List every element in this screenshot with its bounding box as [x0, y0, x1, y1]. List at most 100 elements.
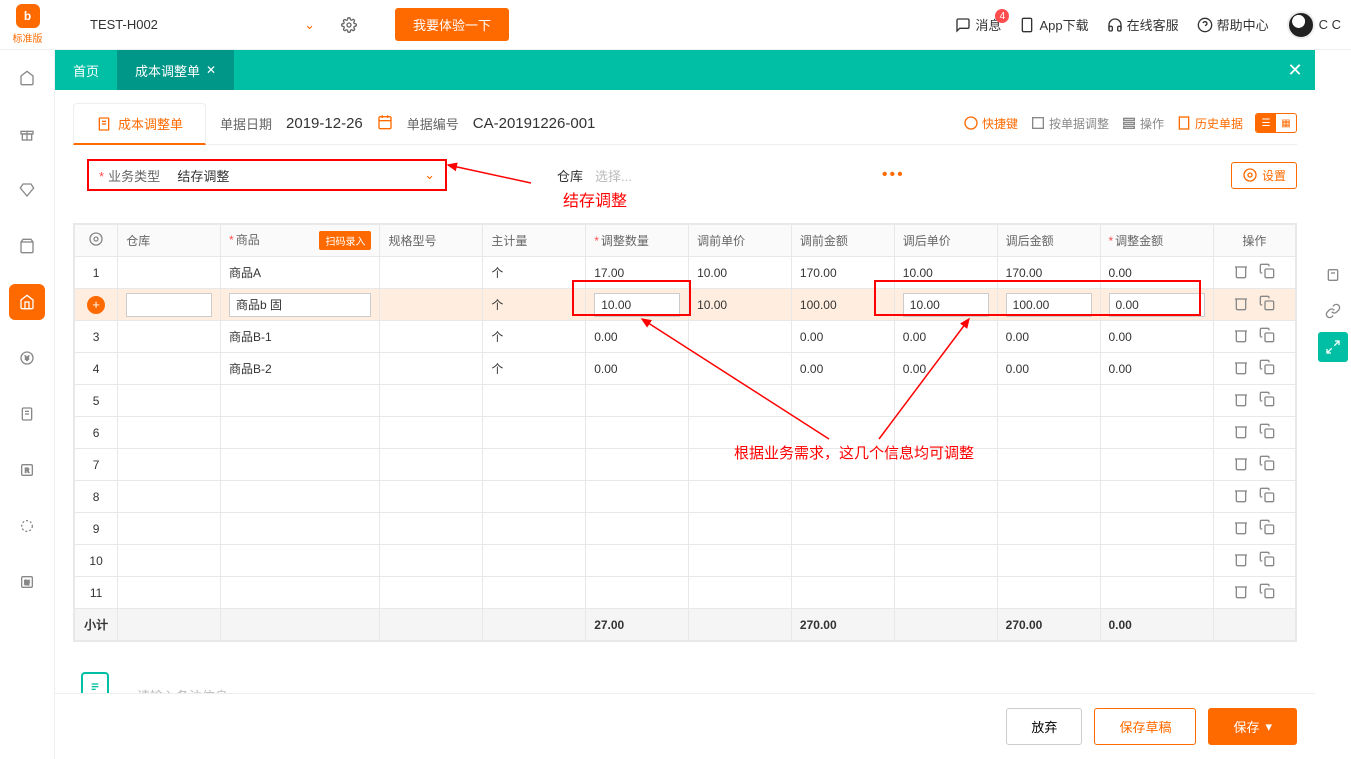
list-view-icon[interactable]: ☰ — [1256, 114, 1276, 132]
delete-row-icon[interactable] — [1233, 263, 1249, 282]
col-post-amount: 调后金额 — [997, 225, 1100, 257]
delete-row-icon[interactable] — [1233, 551, 1249, 570]
org-settings-button[interactable] — [333, 9, 365, 41]
delete-row-icon[interactable] — [1233, 295, 1249, 314]
org-selector[interactable]: TEST-H002 ⌄ — [80, 9, 325, 41]
warehouse-input[interactable] — [126, 293, 212, 317]
delete-row-icon[interactable] — [1233, 327, 1249, 346]
copy-row-icon[interactable] — [1259, 455, 1275, 474]
col-uom: 主计量 — [483, 225, 586, 257]
copy-row-icon[interactable] — [1259, 359, 1275, 378]
save-button[interactable]: 保存▾ — [1208, 708, 1297, 745]
post-price-input[interactable]: 10.00 — [903, 293, 989, 317]
nav-clipboard-icon[interactable] — [9, 396, 45, 432]
table-row[interactable]: 3商品B-1个0.000.000.000.000.00 — [75, 321, 1296, 353]
delete-row-icon[interactable] — [1233, 391, 1249, 410]
copy-row-icon[interactable] — [1259, 487, 1275, 506]
col-settings-icon[interactable] — [75, 225, 118, 257]
trial-button[interactable]: 我要体验一下 — [395, 8, 509, 41]
post-amount-input[interactable]: 100.00 — [1006, 293, 1092, 317]
app-download-link[interactable]: App下载 — [1019, 15, 1088, 34]
delete-row-icon[interactable] — [1233, 583, 1249, 602]
nav-bag-icon[interactable] — [9, 228, 45, 264]
view-toggle[interactable]: ☰ ▦ — [1255, 113, 1297, 133]
by-doc-adjust-link[interactable]: 按单据调整 — [1030, 115, 1109, 132]
message-icon — [955, 17, 971, 33]
chevron-down-icon: ⌄ — [304, 17, 315, 33]
copy-row-icon[interactable] — [1259, 391, 1275, 410]
table-row[interactable]: 8 — [75, 481, 1296, 513]
table-row[interactable]: 1商品A个17.0010.00170.0010.00170.000.00 — [75, 257, 1296, 289]
nav-refresh-icon[interactable] — [9, 508, 45, 544]
nav-home-icon[interactable] — [9, 60, 45, 96]
delete-row-icon[interactable] — [1233, 455, 1249, 474]
business-type-select[interactable]: *业务类型 结存调整 ⌄ — [87, 159, 447, 191]
operate-link[interactable]: 操作 — [1121, 115, 1164, 132]
qty-input[interactable]: 10.00 — [594, 293, 680, 317]
logo-icon: b — [16, 4, 40, 28]
adj-amount-input[interactable]: 0.00 — [1109, 293, 1205, 317]
table-row[interactable]: +商品b 固个10.0010.00100.0010.00100.000.00 — [75, 289, 1296, 321]
nav-report-icon[interactable]: R — [9, 452, 45, 488]
table-row[interactable]: 5 — [75, 385, 1296, 417]
nav-gift-icon[interactable] — [9, 116, 45, 152]
table-row[interactable]: 7 — [75, 449, 1296, 481]
nav-new-icon[interactable]: 新 — [9, 564, 45, 600]
doc-date-value[interactable]: 2019-12-26 — [286, 115, 363, 132]
warehouse-select[interactable]: 仓库 选择... — [557, 166, 632, 185]
save-draft-button[interactable]: 保存草稿 — [1094, 708, 1196, 745]
copy-row-icon[interactable] — [1259, 327, 1275, 346]
discard-button[interactable]: 放弃 — [1006, 708, 1082, 745]
table-row[interactable]: 10 — [75, 545, 1296, 577]
col-product: 商品扫码录入 — [221, 225, 380, 257]
delete-row-icon[interactable] — [1233, 423, 1249, 442]
col-post-price: 调后单价 — [894, 225, 997, 257]
logo-text: 标准版 — [13, 30, 43, 45]
svg-text:R: R — [25, 469, 30, 475]
data-grid: 仓库 商品扫码录入 规格型号 主计量 调整数量 调前单价 调前金额 调后单价 调… — [73, 223, 1297, 642]
messages-link[interactable]: 消息 4 — [955, 15, 1001, 34]
nav-warehouse-icon[interactable] — [9, 284, 45, 320]
add-row-icon[interactable]: + — [87, 296, 105, 314]
help-center-link[interactable]: 帮助中心 — [1197, 15, 1269, 34]
hotkey-link[interactable]: 快捷键 — [963, 115, 1018, 132]
scan-entry-button[interactable]: 扫码录入 — [319, 231, 371, 250]
right-expand-icon[interactable] — [1318, 332, 1348, 362]
close-icon[interactable]: ✕ — [206, 63, 216, 77]
right-note-icon[interactable] — [1318, 260, 1348, 290]
nav-money-icon[interactable]: ¥ — [9, 340, 45, 376]
delete-row-icon[interactable] — [1233, 519, 1249, 538]
history-link[interactable]: 历史单据 — [1176, 115, 1243, 132]
copy-row-icon[interactable] — [1259, 551, 1275, 570]
grid-view-icon[interactable]: ▦ — [1276, 114, 1296, 132]
user-menu[interactable]: C C — [1287, 11, 1341, 39]
nav-diamond-icon[interactable] — [9, 172, 45, 208]
copy-row-icon[interactable] — [1259, 519, 1275, 538]
table-row[interactable]: 6 — [75, 417, 1296, 449]
settings-button[interactable]: 设置 — [1231, 162, 1297, 189]
delete-row-icon[interactable] — [1233, 487, 1249, 506]
tab-cost-adjust[interactable]: 成本调整单 ✕ — [117, 50, 234, 90]
copy-row-icon[interactable] — [1259, 295, 1275, 314]
remark-input[interactable]: 请输入备注信息 — [137, 686, 1297, 693]
annotation-text: 根据业务需求，这几个信息均可调整 — [734, 442, 974, 463]
table-row[interactable]: 4商品B-2个0.000.000.000.000.00 — [75, 353, 1296, 385]
table-row[interactable]: 9 — [75, 513, 1296, 545]
delete-row-icon[interactable] — [1233, 359, 1249, 378]
copy-row-icon[interactable] — [1259, 583, 1275, 602]
right-link-icon[interactable] — [1318, 296, 1348, 326]
calendar-icon[interactable] — [377, 114, 393, 133]
tab-bar: 首页 成本调整单 ✕ ✕ — [55, 50, 1315, 90]
main-area: 首页 成本调整单 ✕ ✕ 成本调整单 单据日期 2019-12-26 — [55, 50, 1315, 759]
close-all-tabs[interactable]: ✕ — [1275, 50, 1315, 90]
logo[interactable]: b 标准版 — [0, 4, 55, 45]
tab-home[interactable]: 首页 — [55, 50, 117, 90]
copy-row-icon[interactable] — [1259, 423, 1275, 442]
product-input[interactable]: 商品b 固 — [229, 293, 371, 317]
copy-row-icon[interactable] — [1259, 263, 1275, 282]
phone-icon — [1019, 17, 1035, 33]
sidebar-left: ¥ R 新 — [0, 50, 55, 759]
table-row[interactable]: 11 — [75, 577, 1296, 609]
more-icon[interactable]: ••• — [882, 166, 905, 184]
customer-service-link[interactable]: 在线客服 — [1107, 15, 1179, 34]
